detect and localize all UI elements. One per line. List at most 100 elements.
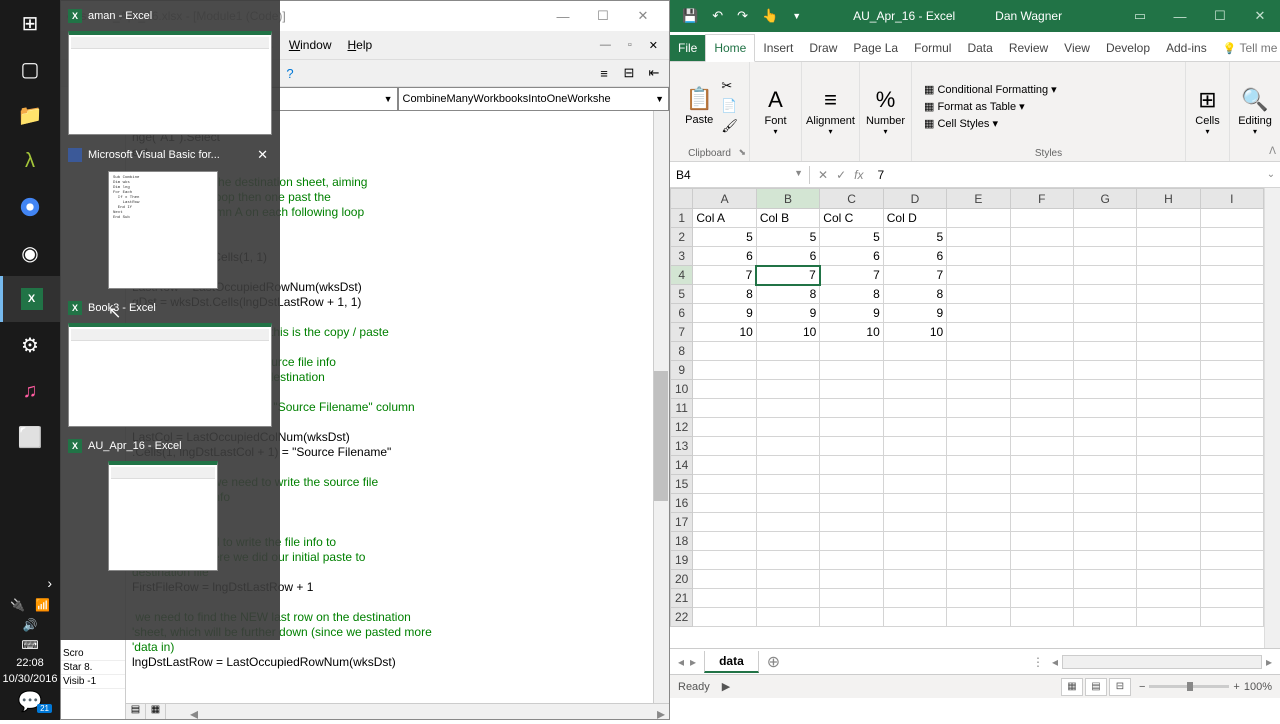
cell[interactable] [693, 608, 756, 627]
cell[interactable] [1200, 437, 1263, 456]
cell[interactable]: 10 [820, 323, 883, 342]
cell[interactable] [947, 380, 1010, 399]
cell[interactable] [820, 380, 883, 399]
cell[interactable] [1200, 361, 1263, 380]
zoom-out-button[interactable]: − [1139, 681, 1145, 693]
cell[interactable] [1137, 608, 1200, 627]
cell[interactable] [1010, 399, 1073, 418]
row-header[interactable]: 19 [671, 551, 693, 570]
clock-time[interactable]: 22:08 [0, 655, 60, 671]
cell[interactable]: 6 [756, 247, 819, 266]
cell[interactable]: 10 [883, 323, 946, 342]
cell[interactable]: 9 [820, 304, 883, 323]
cell[interactable] [1010, 209, 1073, 228]
mdi-minimize-button[interactable]: — [593, 36, 618, 55]
action-center-icon[interactable]: 💬21 [0, 687, 60, 715]
cell[interactable] [756, 532, 819, 551]
cell[interactable] [883, 570, 946, 589]
column-header[interactable]: E [947, 189, 1010, 209]
file-explorer-icon[interactable]: 📁 [0, 92, 60, 138]
cell[interactable] [947, 494, 1010, 513]
cell[interactable] [1073, 551, 1136, 570]
cell[interactable] [1200, 570, 1263, 589]
cell[interactable] [1200, 304, 1263, 323]
cell[interactable]: 7 [883, 266, 946, 285]
cell[interactable] [1200, 399, 1263, 418]
page-layout-view-button[interactable]: ▤ [1085, 678, 1107, 696]
wifi-icon[interactable]: 📶 [35, 598, 50, 612]
cell[interactable] [883, 342, 946, 361]
select-all-corner[interactable] [671, 189, 693, 209]
cell[interactable] [1200, 532, 1263, 551]
row-header[interactable]: 4 [671, 266, 693, 285]
cell[interactable] [1200, 589, 1263, 608]
cell[interactable] [1073, 532, 1136, 551]
name-box[interactable]: B4▼ [670, 166, 810, 184]
cell[interactable] [947, 608, 1010, 627]
task-view-button[interactable]: ▢ [0, 46, 60, 92]
close-button[interactable]: ✕ [623, 2, 663, 30]
procedure-view-button[interactable]: ▤ [126, 704, 146, 719]
clock-date[interactable]: 10/30/2016 [0, 671, 60, 687]
mdi-close-button[interactable]: ✕ [642, 36, 665, 55]
window-thumbnail[interactable]: Sub CombineDim wksDim lngFor Each If x T… [108, 171, 218, 289]
user-name[interactable]: Dan Wagner [995, 9, 1062, 23]
cell[interactable] [1073, 570, 1136, 589]
cell[interactable] [1137, 342, 1200, 361]
cell[interactable] [756, 456, 819, 475]
cell[interactable]: Col A [693, 209, 756, 228]
toggle-full-view-button[interactable]: ⊟ [618, 62, 640, 84]
chrome-icon[interactable] [0, 184, 60, 230]
conditional-formatting-button[interactable]: ▦ Conditional Formatting ▾ [922, 82, 1059, 97]
cell[interactable] [883, 475, 946, 494]
column-header[interactable]: G [1073, 189, 1136, 209]
cell[interactable] [1010, 570, 1073, 589]
cell[interactable] [693, 570, 756, 589]
cell[interactable]: 8 [820, 285, 883, 304]
cell[interactable] [756, 475, 819, 494]
sheet-nav-prev[interactable]: ◂ [678, 655, 684, 669]
scroll-left-button[interactable]: ◂ [1048, 655, 1062, 669]
row-header[interactable]: 3 [671, 247, 693, 266]
column-header[interactable]: C [820, 189, 883, 209]
close-button[interactable]: ✕ [1240, 2, 1280, 30]
cell[interactable] [756, 380, 819, 399]
undo-button[interactable]: ↶ [708, 6, 727, 26]
menu-window[interactable]: Window [282, 35, 339, 55]
maximize-button[interactable]: ☐ [1200, 2, 1240, 30]
cell[interactable] [1073, 399, 1136, 418]
cell[interactable] [1137, 266, 1200, 285]
excel-taskbar-icon[interactable]: X [0, 276, 60, 322]
formula-input[interactable]: 7 [871, 166, 1262, 184]
column-header[interactable]: F [1010, 189, 1073, 209]
cell[interactable] [756, 589, 819, 608]
cell[interactable] [1137, 209, 1200, 228]
github-icon[interactable]: ◉ [0, 230, 60, 276]
cell[interactable]: 8 [693, 285, 756, 304]
menu-help[interactable]: Help [341, 35, 380, 55]
cell[interactable]: Col B [756, 209, 819, 228]
cell[interactable] [947, 475, 1010, 494]
row-header[interactable]: 14 [671, 456, 693, 475]
cell[interactable] [1073, 304, 1136, 323]
tab-insert[interactable]: Insert [755, 35, 801, 61]
cell[interactable] [1200, 247, 1263, 266]
horizontal-scrollbar[interactable] [1062, 655, 1262, 669]
cell[interactable] [1010, 380, 1073, 399]
cell[interactable]: 10 [756, 323, 819, 342]
cell[interactable] [947, 342, 1010, 361]
cell[interactable] [1137, 570, 1200, 589]
window-thumbnail[interactable] [68, 323, 272, 427]
insert-function-button[interactable]: fx [854, 168, 863, 182]
cell[interactable] [1073, 285, 1136, 304]
cell[interactable] [693, 342, 756, 361]
tab-review[interactable]: Review [1001, 35, 1056, 61]
cell[interactable] [947, 247, 1010, 266]
cell[interactable] [1010, 494, 1073, 513]
tab-draw[interactable]: Draw [801, 35, 845, 61]
cell[interactable] [1010, 532, 1073, 551]
cell[interactable] [1073, 513, 1136, 532]
enter-formula-button[interactable]: ✓ [836, 168, 846, 182]
cell[interactable] [1137, 361, 1200, 380]
cell[interactable] [1200, 608, 1263, 627]
